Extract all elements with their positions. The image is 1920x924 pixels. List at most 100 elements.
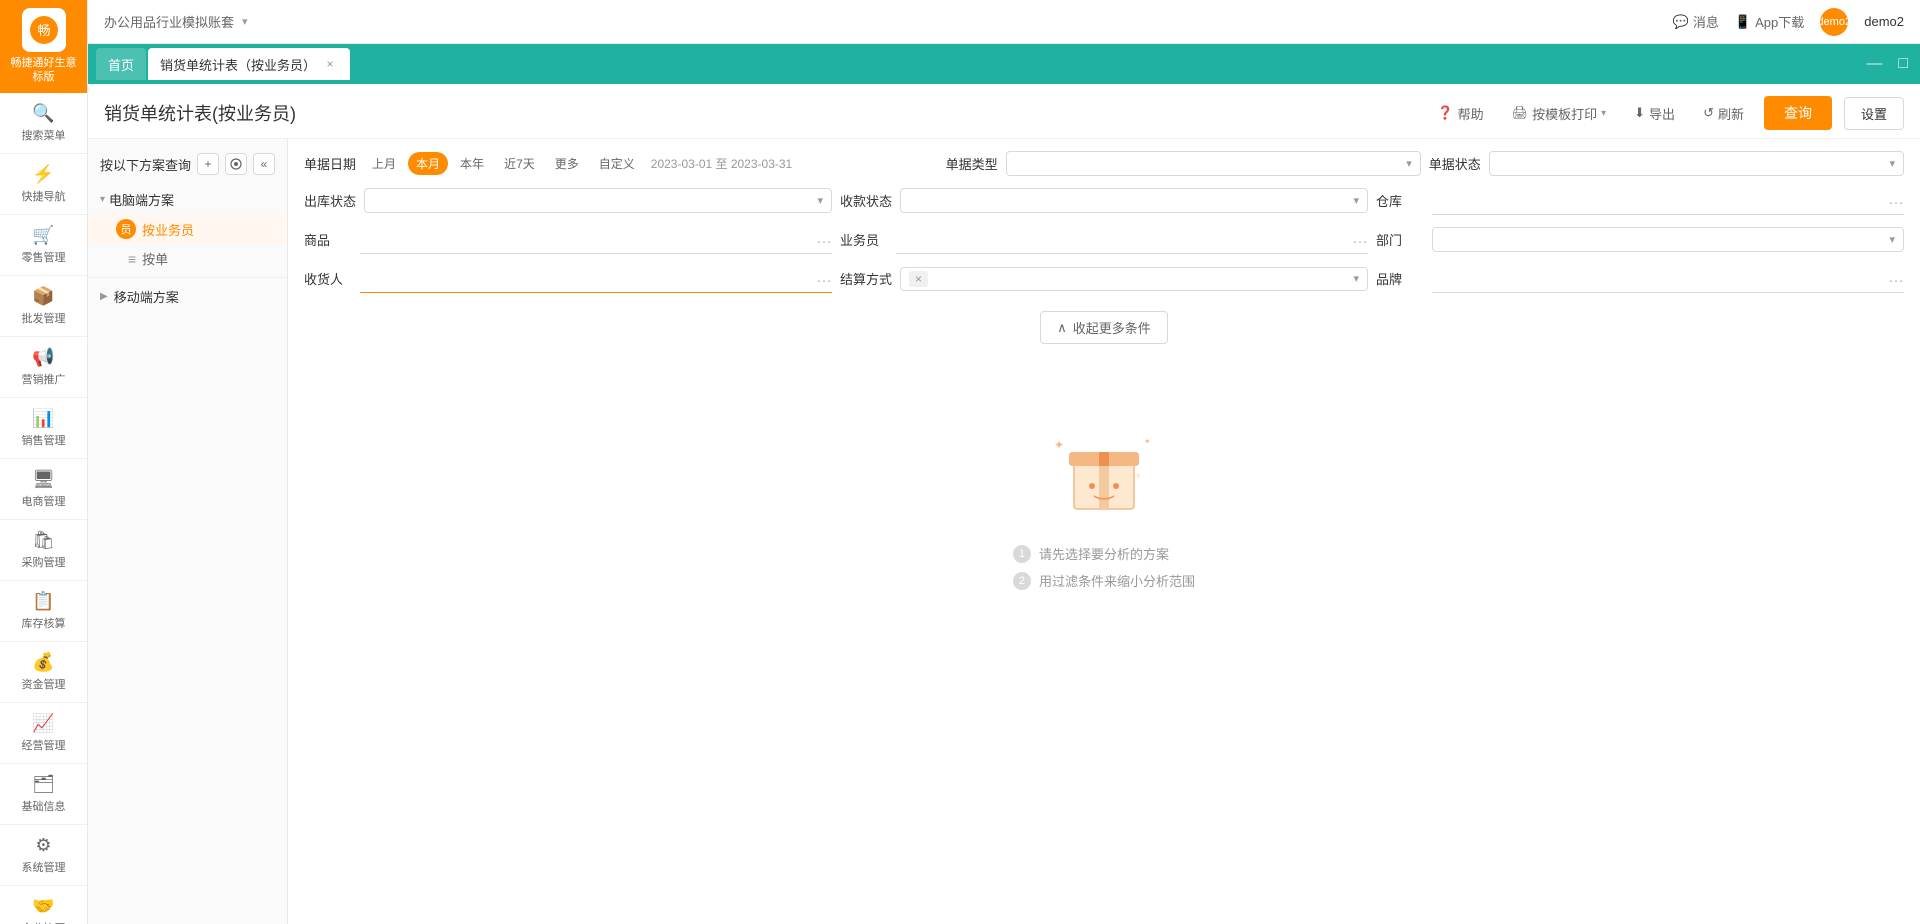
tab-maximize-btn[interactable]: □ [1894, 51, 1912, 77]
enterprise-icon: 🤝 [32, 896, 54, 917]
tab-close-btn[interactable]: × [322, 56, 338, 72]
app-download-btn[interactable]: 📱 App下载 [1735, 12, 1804, 31]
filter-brand: 品牌 … [1376, 264, 1904, 293]
brand-field[interactable]: … [1432, 264, 1904, 293]
sidebar-item-inventory[interactable]: 📋 库存核算 [0, 581, 87, 642]
sidebar-item-operations[interactable]: 📈 经营管理 [0, 703, 87, 764]
refresh-btn[interactable]: ↺ 刷新 [1695, 100, 1752, 127]
collapse-icon: ∧ [1057, 320, 1067, 336]
logo-area[interactable]: 畅 畅捷通好生意 标版 [0, 0, 87, 93]
export-label: 导出 [1649, 104, 1675, 123]
message-btn[interactable]: 💬 消息 [1673, 12, 1719, 31]
salesperson-field[interactable]: … [896, 225, 1368, 254]
user-avatar[interactable]: demo2 [1820, 8, 1848, 36]
date-tab-this-month[interactable]: 本月 [408, 152, 448, 175]
message-label: 消息 [1693, 12, 1719, 31]
date-control: 上月 本月 本年 近7天 更多 自定义 2023-03-01 至 2023-03… [364, 152, 938, 175]
brand-dots[interactable]: … [1888, 269, 1904, 287]
date-tab-this-year[interactable]: 本年 [452, 152, 492, 175]
goods-control: … [360, 225, 832, 254]
brand-label: 品牌 [1376, 269, 1424, 288]
tab-sales-stat[interactable]: 销货单统计表（按业务员） × [148, 48, 350, 80]
tree-mobile-label: 移动端方案 [114, 287, 179, 306]
receipt-status-control[interactable]: ▾ [900, 188, 1368, 213]
panel-header-title: 按以下方案查询 [100, 155, 191, 174]
consignee-dots[interactable]: … [816, 269, 832, 287]
warehouse-field[interactable]: … [1432, 186, 1904, 215]
query-button[interactable]: 查询 [1764, 96, 1832, 130]
salesperson-dots[interactable]: … [1352, 230, 1368, 248]
date-tab-more[interactable]: 更多 [547, 152, 587, 175]
doc-status-select[interactable]: ▾ [1489, 151, 1904, 176]
sidebar-item-label: 搜索菜单 [22, 127, 66, 143]
payment-tag-close[interactable]: × [915, 272, 922, 286]
filter-consignee: 收货人 … [304, 264, 832, 293]
empty-text-list: 1 请先选择要分析的方案 2 用过滤条件来缩小分析范围 [1013, 544, 1195, 598]
doc-type-arrow: ▾ [1406, 157, 1412, 170]
goods-field[interactable]: … [360, 225, 832, 254]
department-arrow: ▾ [1889, 233, 1895, 246]
tree-item-by-salesperson[interactable]: 员 按业务员 [88, 214, 287, 244]
goods-dots[interactable]: … [816, 230, 832, 248]
department-control[interactable]: ▾ [1432, 227, 1904, 252]
page-actions: ❓ 帮助 🖨 按模板打印 ▾ ⬇ 导出 ↺ 刷新 查询 设置 [1429, 96, 1904, 130]
out-status-select[interactable]: ▾ [364, 188, 832, 213]
sidebar-item-sales[interactable]: 📊 销售管理 [0, 398, 87, 459]
tree-group-desktop-header[interactable]: ▾ 电脑端方案 [88, 185, 287, 214]
collapse-panel-btn[interactable]: « [253, 153, 275, 175]
print-arrow: ▾ [1601, 108, 1606, 119]
settings-button[interactable]: 设置 [1844, 97, 1904, 130]
sidebar-item-label: 批发管理 [22, 310, 66, 326]
payment-field[interactable]: × ▾ [900, 267, 1368, 291]
sidebar-item-system[interactable]: ⚙ 系统管理 [0, 825, 87, 886]
department-label: 部门 [1376, 230, 1424, 249]
payment-tag: × [909, 271, 928, 287]
sidebar-item-ecommerce[interactable]: 🖥 电商管理 [0, 459, 87, 520]
receipt-status-select[interactable]: ▾ [900, 188, 1368, 213]
date-tab-last-month[interactable]: 上月 [364, 152, 404, 175]
sidebar-item-label: 企业协同 [22, 920, 66, 924]
sidebar-item-enterprise[interactable]: 🤝 企业协同 [0, 886, 87, 924]
print-btn[interactable]: 🖨 按模板打印 ▾ [1504, 100, 1615, 127]
date-tab-last7[interactable]: 近7天 [496, 152, 543, 175]
app-download-label: App下载 [1755, 12, 1804, 31]
out-status-control[interactable]: ▾ [364, 188, 832, 213]
industry-dropdown[interactable]: ▾ [242, 15, 248, 28]
export-btn[interactable]: ⬇ 导出 [1626, 100, 1683, 127]
sidebar-item-search[interactable]: 🔍 搜索菜单 [0, 93, 87, 154]
tab-home[interactable]: 首页 [96, 48, 146, 80]
tree-group-desktop-label: 电脑端方案 [109, 190, 174, 209]
basic-icon: 🗂 [32, 774, 55, 795]
consignee-field[interactable]: … [360, 264, 832, 293]
sidebar-item-finance[interactable]: 💰 资金管理 [0, 642, 87, 703]
edit-scheme-btn[interactable] [225, 153, 247, 175]
sidebar-item-shortcut[interactable]: ⚡ 快捷导航 [0, 154, 87, 215]
sidebar-item-basic[interactable]: 🗂 基础信息 [0, 764, 87, 825]
refresh-label: 刷新 [1718, 104, 1744, 123]
doc-status-control[interactable]: ▾ [1489, 151, 1904, 176]
warehouse-dots[interactable]: … [1888, 191, 1904, 209]
sidebar-item-purchase[interactable]: 🛍 采购管理 [0, 520, 87, 581]
doc-type-select[interactable]: ▾ [1006, 151, 1421, 176]
tree-mobile-group[interactable]: ▶ 移动端方案 [88, 282, 287, 311]
tree-item-by-order[interactable]: ≡ 按单 [88, 244, 287, 273]
sidebar-item-marketing[interactable]: 📢 营销推广 [0, 337, 87, 398]
topbar-right: 💬 消息 📱 App下载 demo2 demo2 [1673, 8, 1904, 36]
doc-type-control[interactable]: ▾ [1006, 151, 1421, 176]
doc-status-arrow: ▾ [1889, 157, 1895, 170]
date-tab-custom[interactable]: 自定义 [591, 152, 643, 175]
page-content: 销货单统计表(按业务员) ❓ 帮助 🖨 按模板打印 ▾ ⬇ 导出 ↺ 刷新 [88, 84, 1920, 924]
help-btn[interactable]: ❓ 帮助 [1429, 100, 1491, 127]
add-scheme-btn[interactable]: + [197, 153, 219, 175]
panel-header: 按以下方案查询 + « [88, 147, 287, 181]
department-select[interactable]: ▾ [1432, 227, 1904, 252]
payment-control: × ▾ [900, 267, 1368, 291]
sidebar-item-retail[interactable]: 🛒 零售管理 [0, 215, 87, 276]
sidebar-item-wholesale[interactable]: 📦 批发管理 [0, 276, 87, 337]
collapse-conditions-btn[interactable]: ∧ 收起更多条件 [1040, 311, 1168, 344]
left-panel: 按以下方案查询 + « ▾ 电脑端方案 [88, 139, 288, 924]
filter-row-1: 单据日期 上月 本月 本年 近7天 更多 自定义 2023-03-01 至 20… [304, 151, 1904, 176]
tree-item-by-order-label: 按单 [142, 249, 168, 268]
tab-minimize-btn[interactable]: — [1862, 51, 1886, 77]
filter-row-4: 收货人 … 结算方式 [304, 264, 1904, 293]
